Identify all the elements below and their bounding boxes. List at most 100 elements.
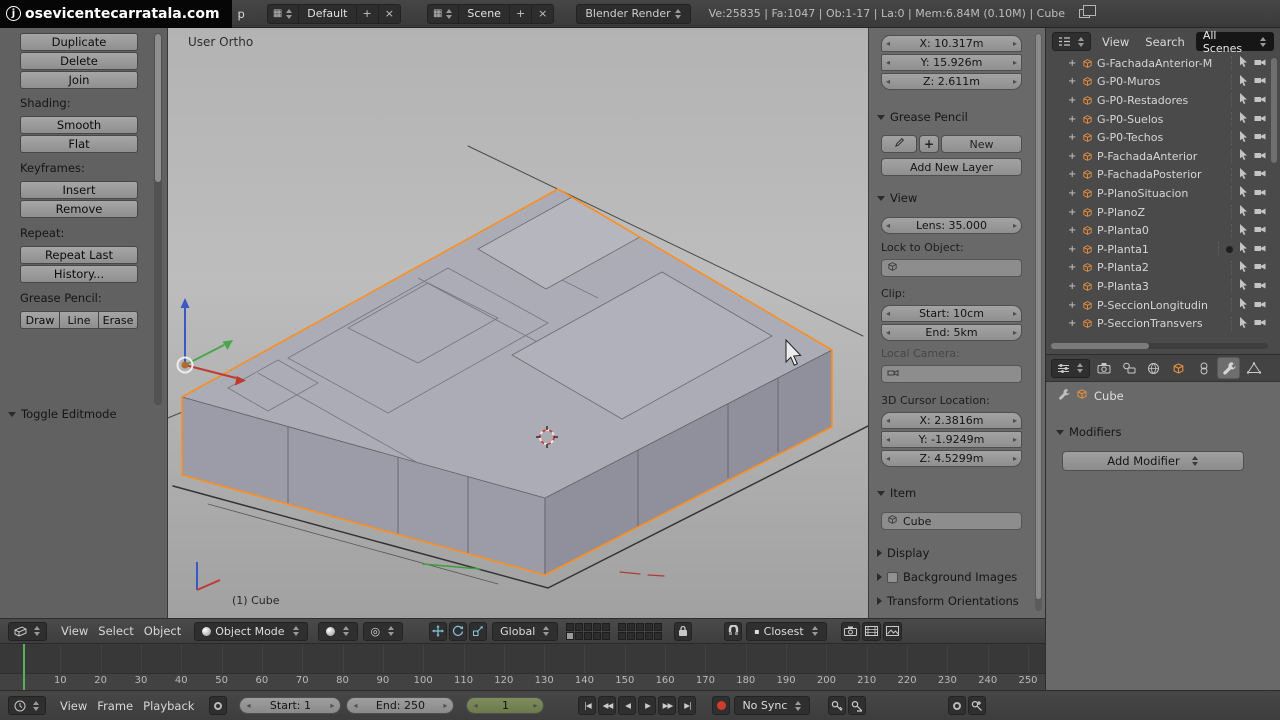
increment-arrow[interactable]: ▸	[1013, 435, 1017, 444]
screen-layout-name[interactable]: Default	[299, 7, 355, 20]
panel-header-item[interactable]: Item	[877, 486, 916, 500]
layer-toggle[interactable]	[636, 631, 645, 640]
add-screen-button[interactable]: +	[355, 4, 378, 23]
play-button[interactable]: ▶	[638, 696, 657, 715]
object-name-field[interactable]: Cube	[881, 512, 1022, 530]
restrict-select-icon[interactable]	[1239, 149, 1248, 163]
z-axis-arrow[interactable]	[180, 298, 190, 308]
tab-object-data[interactable]	[1242, 357, 1265, 379]
layer-toggle[interactable]	[584, 622, 593, 631]
tab-render[interactable]	[1092, 357, 1115, 379]
y-axis-arrow[interactable]	[222, 340, 234, 350]
jump-start-button[interactable]: |◀	[578, 696, 597, 715]
scale-manipulator-button[interactable]	[469, 621, 488, 641]
outliner-item-p-secciontransvers[interactable]: + P-SeccionTransvers	[1046, 314, 1280, 333]
outliner-item-p-planta3[interactable]: + P-Planta3	[1046, 277, 1280, 296]
add-icon[interactable]: +	[919, 135, 939, 153]
frame-start-field[interactable]: ◂ Start: 1 ▸	[239, 697, 342, 714]
timeline-view-menu[interactable]: View	[60, 699, 87, 713]
panel-collapse-icon[interactable]	[877, 195, 885, 201]
field-y-15-926m[interactable]: ◂ Y: 15.926m ▸	[881, 54, 1022, 71]
tab-constraints[interactable]	[1192, 357, 1215, 379]
panel-expand-icon[interactable]	[877, 573, 882, 581]
field-z-4-5299m[interactable]: ◂ Z: 4.5299m ▸	[881, 450, 1022, 467]
layer-toggle[interactable]	[645, 622, 654, 631]
layer-toggle[interactable]	[627, 631, 636, 640]
layer-toggle[interactable]	[593, 622, 602, 631]
editor-type-selector[interactable]	[8, 621, 47, 641]
restrict-render-icon[interactable]	[1254, 299, 1266, 312]
panel-expand-icon[interactable]	[877, 549, 882, 557]
restrict-select-icon[interactable]	[1239, 205, 1248, 219]
increment-arrow[interactable]: ▸	[1013, 77, 1017, 86]
jump-end-button[interactable]: ▶|	[678, 696, 697, 715]
render-engine-select[interactable]: Blender Render	[576, 3, 691, 24]
prev-keyframe-button[interactable]: ◀◀	[598, 696, 617, 715]
expand-icon[interactable]: +	[1068, 188, 1082, 199]
panel-collapse-icon[interactable]	[877, 114, 885, 120]
field-end-5km[interactable]: ◂ End: 5km ▸	[881, 324, 1022, 341]
expand-icon[interactable]: +	[1068, 225, 1082, 236]
scrollbar-thumb[interactable]	[1036, 34, 1041, 599]
outliner-item-p-seccionlongitudin[interactable]: + P-SeccionLongitudin	[1046, 296, 1280, 315]
layer-toggle[interactable]	[566, 631, 575, 640]
field-z-2-611m[interactable]: ◂ Z: 2.611m ▸	[881, 73, 1022, 90]
restrict-select-icon[interactable]	[1239, 56, 1248, 70]
active-keying-set-button[interactable]	[968, 696, 987, 715]
increment-arrow[interactable]: ▸	[1013, 454, 1017, 463]
outliner-item-p-planta0[interactable]: + P-Planta0	[1046, 221, 1280, 240]
restrict-render-icon[interactable]	[1254, 261, 1266, 274]
play-reverse-button[interactable]: ◀	[618, 696, 637, 715]
editor-type-selector[interactable]	[1051, 358, 1090, 378]
outliner-display-mode-select[interactable]: All Scenes	[1195, 29, 1274, 55]
expand-icon[interactable]: +	[1068, 132, 1082, 143]
select-menu[interactable]: Select	[98, 624, 133, 638]
restrict-select-icon[interactable]	[1239, 130, 1248, 145]
viewport-shading-select[interactable]	[317, 621, 358, 641]
duplicate-window-icon[interactable]	[1079, 5, 1097, 18]
restrict-select-icon[interactable]	[1239, 186, 1248, 200]
outliner-horizontal-scrollbar[interactable]	[1051, 343, 1268, 349]
outliner-item-p-fachadaanterior[interactable]: + P-FachadaAnterior	[1046, 147, 1280, 166]
increment-arrow[interactable]: ▸	[1013, 309, 1017, 318]
layer-toggle[interactable]	[584, 631, 593, 640]
layer-toggle[interactable]	[602, 631, 611, 640]
toolshelf-button-line[interactable]: Line	[60, 311, 99, 329]
panel-header-background-images[interactable]: Background Images	[877, 570, 1017, 584]
restrict-render-icon[interactable]	[1254, 168, 1266, 181]
render-animation-button[interactable]	[861, 621, 881, 641]
increment-arrow[interactable]: ▸	[1013, 416, 1017, 425]
restrict-render-icon[interactable]	[1254, 187, 1266, 200]
increment-arrow[interactable]: ▸	[1013, 39, 1017, 48]
scrollbar-thumb[interactable]	[155, 34, 161, 182]
outliner-item-p-planosituacion[interactable]: + P-PlanoSituacion	[1046, 184, 1280, 203]
toolshelf-button-erase[interactable]: Erase	[99, 311, 138, 329]
layer-toggle[interactable]	[618, 631, 627, 640]
toolshelf-button-smooth[interactable]: Smooth	[20, 116, 138, 134]
toolshelf-button-draw[interactable]: Draw	[20, 311, 60, 329]
restrict-render-icon[interactable]	[1254, 57, 1266, 70]
outliner-item-g-fachadaanterior-m[interactable]: + G-FachadaAnterior-M	[1046, 54, 1280, 73]
layer-toggle[interactable]	[566, 622, 575, 631]
restrict-select-icon[interactable]	[1239, 242, 1248, 256]
outliner-item-g-p0-restadores[interactable]: + G-P0-Restadores	[1046, 91, 1280, 110]
current-frame-field[interactable]: ◂ 1 ▸	[466, 697, 545, 714]
close-screen-button[interactable]: ×	[377, 4, 400, 23]
outliner-item-p-planta1[interactable]: + P-Planta1	[1046, 240, 1280, 259]
editor-type-selector[interactable]	[8, 696, 46, 715]
tab-scene[interactable]	[1117, 357, 1140, 379]
outliner-vertical-scrollbar[interactable]	[1271, 58, 1277, 163]
restrict-render-icon[interactable]	[1254, 243, 1266, 256]
restrict-render-icon[interactable]	[1254, 224, 1266, 237]
timeline-strip[interactable]: 10 20 30 40 50 60 70 80 90 100 110 120 130 140 150 160 1…	[0, 643, 1045, 690]
field-x-10-317m[interactable]: ◂ X: 10.317m ▸	[881, 35, 1022, 52]
panel-expand-icon[interactable]	[877, 597, 882, 605]
restrict-view-toggle[interactable]	[1226, 245, 1233, 253]
increment-arrow[interactable]: ▸	[443, 701, 447, 710]
toolshelf-button-insert[interactable]: Insert	[20, 181, 138, 199]
layer-toggle[interactable]	[618, 622, 627, 631]
layer-toggle[interactable]	[575, 622, 584, 631]
panel-header-view[interactable]: View	[877, 191, 917, 205]
scrollbar-thumb[interactable]	[1051, 343, 1149, 349]
timeline-frame-menu[interactable]: Frame	[97, 699, 133, 713]
